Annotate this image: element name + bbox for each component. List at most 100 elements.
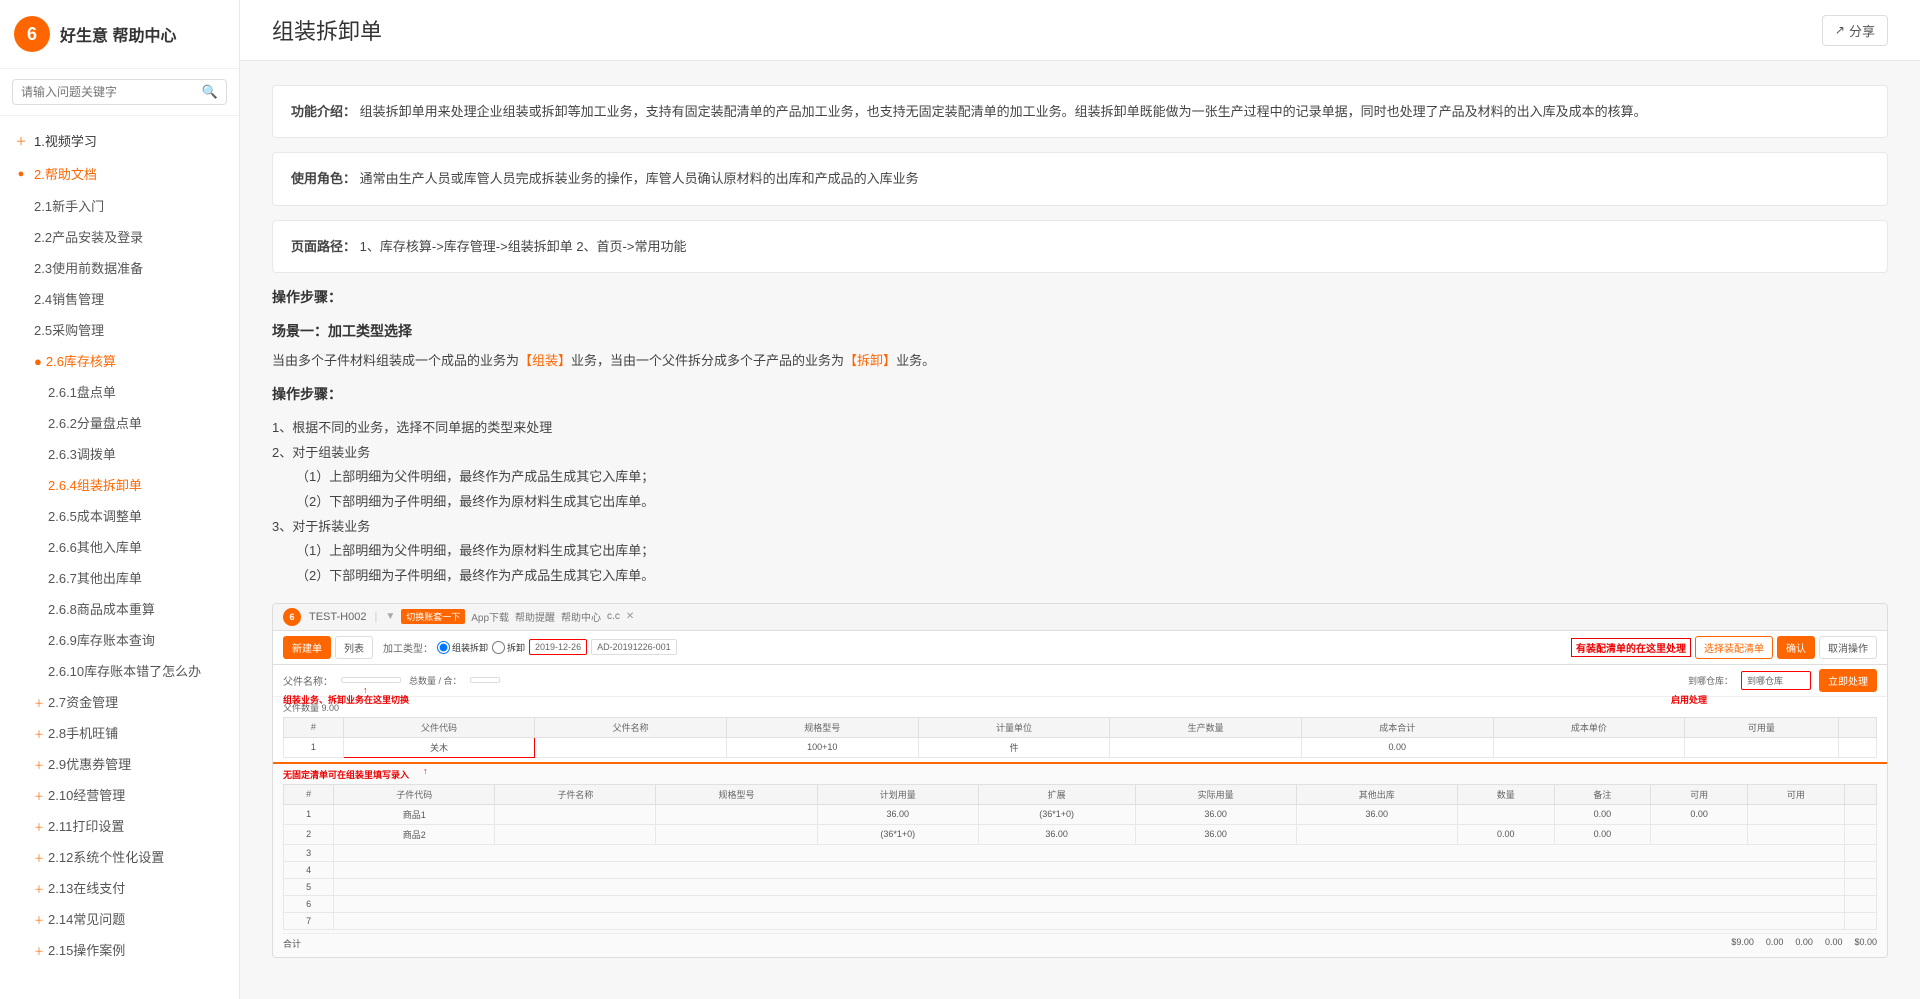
app-titlebar: 6 TEST-H002 | ▼ 切换账套一下 App下载 帮助提醒 帮助中心 c… (273, 604, 1887, 631)
lower-row-2: 2 商品2 (36*1+0) 36.00 36.00 0.00 0.0 (284, 824, 1877, 844)
sidebar-item-custom[interactable]: ＋2.12系统个性化设置 (0, 841, 239, 872)
annotation-nofixed: 无固定清单可在组装里填写录入 ↑ (283, 768, 1877, 781)
warehouse-label: 到哪仓库： (1688, 674, 1733, 687)
sidebar-item-265[interactable]: 2.6.5成本调整单 (0, 500, 239, 531)
td-avail (1685, 737, 1838, 757)
sidebar-item-case[interactable]: ＋2.15操作案例 (0, 934, 239, 965)
sidebar-item-mobile[interactable]: ＋2.8手机旺铺 (0, 717, 239, 748)
sidebar-item-video[interactable]: ＋ 1.视频学习 (0, 124, 239, 157)
th-qty: 生产数量 (1110, 717, 1302, 737)
app-toolbar: 新建单 列表 加工类型： 组装拆卸 拆卸 2019-12-26 (273, 631, 1887, 665)
app-upper-table-container: 父件数量 9.00 # 父件代码 父件名称 规格型号 计量单位 生产数量 (273, 697, 1887, 762)
upper-table-label: 父件数量 9.00 (283, 701, 1877, 714)
sidebar-item-268[interactable]: 2.6.8商品成本重算 (0, 593, 239, 624)
warehouse-field[interactable]: 到哪仓库 (1741, 671, 1811, 690)
th-unit: 计量单位 (918, 717, 1110, 737)
app-name: TEST-H002 (309, 611, 366, 623)
lower-row-4: 4 (284, 861, 1877, 878)
search-input[interactable] (21, 85, 202, 99)
intro-text: 组装拆卸单用来处理企业组装或拆卸等加工业务，支持有固定装配清单的产品加工业务，也… (360, 104, 1647, 119)
qty-field[interactable] (470, 677, 500, 683)
sidebar-item-266[interactable]: 2.6.6其他入库单 (0, 531, 239, 562)
th-cost-unit: 成本单价 (1493, 717, 1685, 737)
upper-table-body: 1 关木 100+10 件 0.00 (284, 737, 1877, 757)
app-btn-list[interactable]: 列表 (335, 636, 373, 659)
radio-assemble[interactable]: 组装拆卸 (437, 641, 488, 654)
lower-row-3: 3 (284, 844, 1877, 861)
help-center: 帮助中心 (561, 609, 601, 624)
arrow-switch: ↑ (363, 685, 368, 695)
sidebar-item-sales[interactable]: 2.4销售管理 (0, 283, 239, 314)
sidebar-item-data[interactable]: 2.3使用前数据准备 (0, 252, 239, 283)
app-btn-cancel[interactable]: 取消操作 (1819, 636, 1877, 659)
scene1-desc: 当由多个子件材料组装成一个成品的业务为【组装】业务，当由一个父件拆分成多个子产品… (272, 349, 1888, 374)
lower-row-7: 7 (284, 912, 1877, 929)
share-button[interactable]: ↗ 分享 (1822, 15, 1888, 46)
path-text: 1、库存核算->库存管理->组装拆卸单 2、首页->常用功能 (360, 239, 687, 254)
path-label: 页面路径： (291, 239, 356, 254)
sidebar-item-ops[interactable]: ＋2.10经营管理 (0, 779, 239, 810)
sidebar-item-2610[interactable]: 2.6.10库存账本错了怎么办 (0, 655, 239, 686)
sidebar-item-purchase[interactable]: 2.5采购管理 (0, 314, 239, 345)
sidebar-item-help[interactable]: ● 2.帮助文档 (0, 157, 239, 190)
sidebar-item-267[interactable]: 2.6.7其他出库单 (0, 562, 239, 593)
upper-table-header: # 父件代码 父件名称 规格型号 计量单位 生产数量 成本合计 成本单价 可用量 (284, 717, 1877, 737)
lower-row-1: 1 商品1 36.00 (36*1+0) 36.00 36.00 0. (284, 804, 1877, 824)
td-costtotal: 0.00 (1301, 737, 1493, 757)
sidebar-item-coupon[interactable]: ＋2.9优惠券管理 (0, 748, 239, 779)
lth-actual: 实际用量 (1135, 784, 1296, 804)
app-titlebar-right: ▼ 切换账套一下 App下载 帮助提醒 帮助中心 c.c ✕ (385, 609, 634, 624)
footer-total4: 0.00 (1825, 937, 1843, 950)
role-label: 使用角色： (291, 171, 356, 186)
app-btn-confirm[interactable]: 确认 (1777, 636, 1815, 659)
th-num: # (284, 717, 344, 737)
step2: 2、对于组装业务 (272, 441, 1888, 466)
step1: 1、根据不同的业务，选择不同单据的类型来处理 (272, 416, 1888, 441)
app-btn-newtab[interactable]: 新建单 (283, 636, 331, 659)
highlight-assemble: 【组装】 (519, 353, 571, 368)
sidebar-item-264[interactable]: 2.6.4组装拆卸单 (0, 469, 239, 500)
app-subtoolbar: 父件名称： 总数量 / 合： 到哪仓库： 到哪仓库 立即处理 组装业务、拆卸业务… (273, 665, 1887, 697)
sidebar-item-finance[interactable]: ＋2.7资金管理 (0, 686, 239, 717)
path-box: 页面路径： 1、库存核算->库存管理->组装拆卸单 2、首页->常用功能 (272, 220, 1888, 273)
td-spec: 100+10 (726, 737, 918, 757)
td-name (535, 737, 727, 757)
app-btn-select-list[interactable]: 选择装配清单 (1695, 636, 1773, 659)
field-type-label: 加工类型： (383, 640, 433, 655)
logo-icon: 6 (14, 16, 50, 52)
td-code: 关木 (343, 737, 535, 757)
search-icon[interactable]: 🔍 (202, 84, 218, 100)
sidebar-item-261[interactable]: 2.6.1盘点单 (0, 376, 239, 407)
th-cost-total: 成本合计 (1301, 717, 1493, 737)
main-header: 组装拆卸单 ↗ 分享 (240, 0, 1920, 61)
sidebar-item-262[interactable]: 2.6.2分量盘点单 (0, 407, 239, 438)
sidebar-item-263[interactable]: 2.6.3调拨单 (0, 438, 239, 469)
app-logo-mini: 6 (283, 608, 301, 626)
app-field-code[interactable]: AD-20191226-001 (591, 639, 677, 655)
step2-sub1: （1）上部明细为父件明细，最终作为产成品生成其它入库单； (296, 465, 1888, 490)
footer-total5: $0.00 (1854, 937, 1877, 950)
lth-code: 子件代码 (334, 784, 495, 804)
role-box: 使用角色： 通常由生产人员或库管人员完成拆装业务的操作，库管人员确认原材料的出库… (272, 152, 1888, 205)
sidebar-item-stock[interactable]: ●2.6库存核算 (0, 345, 239, 376)
sidebar-item-faq[interactable]: ＋2.14常见问题 (0, 903, 239, 934)
page-title: 组装拆卸单 (272, 14, 382, 46)
main: 组装拆卸单 ↗ 分享 功能介绍： 组装拆卸单用来处理企业组装或拆卸等加工业务，支… (240, 0, 1920, 999)
role-text: 通常由生产人员或库管人员完成拆装业务的操作，库管人员确认原材料的出库和产成品的入… (360, 171, 919, 186)
app-field-date[interactable]: 2019-12-26 (529, 639, 587, 655)
sidebar-item-new[interactable]: 2.1新手入门 (0, 190, 239, 221)
arrow-nofixed: ↑ (423, 766, 428, 776)
steps-section: 操作步骤： 场景一：加工类型选择 当由多个子件材料组装成一个成品的业务为【组装】… (272, 287, 1888, 958)
app-btn-process[interactable]: 立即处理 (1819, 669, 1877, 692)
radio-disassemble[interactable]: 拆卸 (492, 641, 525, 654)
app-lower-table: # 子件代码 子件名称 规格型号 计划用量 扩展 实际用量 其他出库 数量 (283, 784, 1877, 930)
sidebar-item-pay[interactable]: ＋2.13在线支付 (0, 872, 239, 903)
app-screenshot: 6 TEST-H002 | ▼ 切换账套一下 App下载 帮助提醒 帮助中心 c… (273, 604, 1887, 957)
sidebar-item-269[interactable]: 2.6.9库存账本查询 (0, 624, 239, 655)
screenshot-container: 6 TEST-H002 | ▼ 切换账套一下 App下载 帮助提醒 帮助中心 c… (272, 603, 1888, 958)
sidebar-logo: 6 好生意 帮助中心 (0, 0, 239, 69)
sidebar-search: 🔍 (0, 69, 239, 116)
sidebar-item-print[interactable]: ＋2.11打印设置 (0, 810, 239, 841)
parent-field[interactable] (341, 677, 401, 683)
sidebar-item-install[interactable]: 2.2产品安装及登录 (0, 221, 239, 252)
